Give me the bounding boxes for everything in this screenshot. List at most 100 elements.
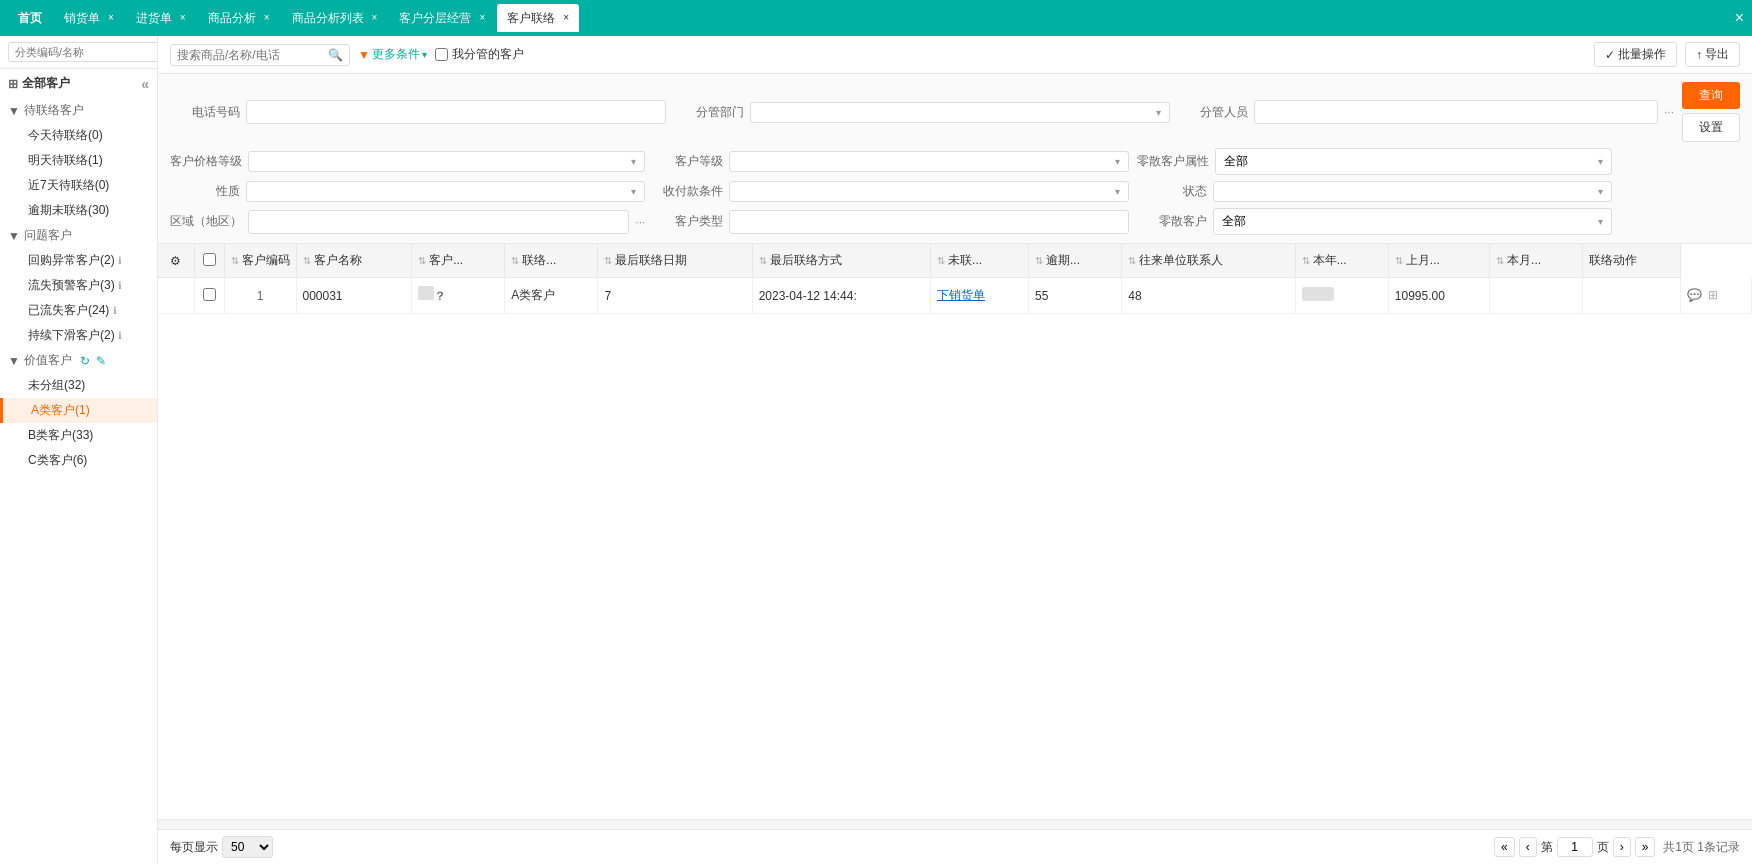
query-button[interactable]: 查询 <box>1682 82 1740 109</box>
col-code[interactable]: 客户编码 <box>224 244 296 278</box>
filter-price-level-select[interactable]: ▾ <box>248 151 645 172</box>
filter-retail-label: 零散客户 <box>1137 213 1207 230</box>
filter-price-level-field: 客户价格等级 ▾ <box>170 151 645 172</box>
batch-label: 批量操作 <box>1618 46 1666 63</box>
row-select-checkbox[interactable] <box>203 288 216 301</box>
current-page-input[interactable] <box>1557 837 1593 857</box>
sidebar-item-repurchase-abnormal[interactable]: 回购异常客户(2) ℹ <box>0 248 157 273</box>
select-all-checkbox[interactable] <box>203 253 216 266</box>
filter-more-button[interactable]: ▼ 更多条件 ▾ <box>358 46 427 63</box>
col-name[interactable]: 客户名称 <box>296 244 412 278</box>
nav-customer-contact[interactable]: 客户联络 × <box>497 4 579 32</box>
next-page-button[interactable]: › <box>1613 837 1631 857</box>
sidebar-item-declining[interactable]: 持续下滑客户(2) ℹ <box>0 323 157 348</box>
filter-retail-select[interactable]: 全部 ▾ <box>1213 208 1612 235</box>
nav-customer-tier[interactable]: 客户分层经营 × <box>389 4 495 32</box>
nav-customer-tier-close[interactable]: × <box>479 4 485 32</box>
horizontal-scrollbar[interactable] <box>158 819 1752 829</box>
sidebar-item-class-b[interactable]: B类客户(33) <box>0 423 157 448</box>
row-code: 000031 <box>296 278 412 314</box>
sidebar-item-overdue[interactable]: 逾期未联络(30) <box>0 198 157 223</box>
nav-purchase[interactable]: 进货单 × <box>126 4 196 32</box>
col-overdue[interactable]: 逾期... <box>1029 244 1122 278</box>
value-refresh-icon[interactable]: ↻ <box>80 354 90 368</box>
filter-person-dots[interactable]: ··· <box>1664 105 1674 119</box>
nav-goods-analysis[interactable]: 商品分析 × <box>198 4 280 32</box>
chevron-down-icon-8: ▾ <box>1598 216 1603 227</box>
nav-home[interactable]: 首页 <box>8 4 52 32</box>
col-type[interactable]: 客户... <box>412 244 505 278</box>
filter-person-input[interactable] <box>1254 100 1658 124</box>
sidebar-item-tomorrow[interactable]: 明天待联络(1) <box>0 148 157 173</box>
action-qr-icon[interactable]: ⊞ <box>1708 288 1718 302</box>
last-method-link[interactable]: 下销货单 <box>937 288 985 302</box>
sidebar-all-customers[interactable]: ⊞ 全部客户 « <box>0 69 157 98</box>
filter-status-select[interactable]: ▾ <box>1213 181 1612 202</box>
settings-button[interactable]: 设置 <box>1682 113 1740 142</box>
sidebar-group-pending[interactable]: ▼ 待联络客户 <box>0 98 157 123</box>
sidebar-group-problem[interactable]: ▼ 问题客户 <box>0 223 157 248</box>
value-edit-icon[interactable]: ✎ <box>96 354 106 368</box>
sidebar-item-ungroup[interactable]: 未分组(32) <box>0 373 157 398</box>
prev-page-button[interactable]: ‹ <box>1519 837 1537 857</box>
col-not-contacted[interactable]: 未联... <box>931 244 1029 278</box>
sidebar-item-class-c[interactable]: C类客户(6) <box>0 448 157 473</box>
sidebar-item-today[interactable]: 今天待联络(0) <box>0 123 157 148</box>
col-contact-count[interactable]: 联络... <box>505 244 598 278</box>
sidebar-item-churn-warning[interactable]: 流失预警客户(3) ℹ <box>0 273 157 298</box>
nav-purchase-close[interactable]: × <box>180 4 186 32</box>
filter-mine-input[interactable] <box>435 48 448 61</box>
col-last-date[interactable]: 最后联络日期 <box>598 244 752 278</box>
filter-search-box[interactable]: 🔍 <box>170 44 350 66</box>
table-gear-header[interactable]: ⚙ <box>158 244 194 278</box>
sidebar-item-class-a[interactable]: A类客户(1) <box>0 398 157 423</box>
row-name: ？ <box>412 278 505 314</box>
sidebar-collapse-icon[interactable]: « <box>141 76 149 92</box>
filter-more-arrow: ▾ <box>422 49 427 60</box>
col-this-year[interactable]: 本年... <box>1295 244 1388 278</box>
pending-arrow-icon: ▼ <box>8 104 20 118</box>
filter-phone-input[interactable] <box>246 100 666 124</box>
filter-area-input[interactable] <box>248 210 629 234</box>
col-last-month[interactable]: 上月... <box>1388 244 1489 278</box>
filter-payment-field: 收付款条件 ▾ <box>653 181 1128 202</box>
nav-sales-close[interactable]: × <box>108 4 114 32</box>
last-page-button[interactable]: » <box>1635 837 1656 857</box>
sidebar-item-7days[interactable]: 近7天待联络(0) <box>0 173 157 198</box>
sidebar-group-value[interactable]: ▼ 价值客户 ↻ ✎ <box>0 348 157 373</box>
nav-goods-list-close[interactable]: × <box>372 4 378 32</box>
first-page-button[interactable]: « <box>1494 837 1515 857</box>
filter-mine-checkbox[interactable]: 我分管的客户 <box>435 46 524 63</box>
filter-customer-level-field: 客户等级 ▾ <box>653 151 1128 172</box>
filter-search-icon[interactable]: 🔍 <box>328 48 343 62</box>
filter-cust-type-input[interactable] <box>729 210 1128 234</box>
filter-payment-label: 收付款条件 <box>653 183 723 200</box>
page-size-select[interactable]: 50 100 200 <box>222 836 273 858</box>
export-button[interactable]: ↑ 导出 <box>1685 42 1740 67</box>
filter-dept-select[interactable]: ▾ <box>750 102 1170 123</box>
filter-payment-select[interactable]: ▾ <box>729 181 1128 202</box>
nav-goods-analysis-close[interactable]: × <box>264 4 270 32</box>
filter-retail-attr-select[interactable]: 全部 ▾ <box>1215 148 1612 175</box>
nav-customer-contact-close[interactable]: × <box>563 4 569 32</box>
col-this-month[interactable]: 本月... <box>1490 244 1583 278</box>
col-last-method[interactable]: 最后联络方式 <box>752 244 930 278</box>
sidebar-item-churned[interactable]: 已流失客户(24) ℹ <box>0 298 157 323</box>
batch-operation-button[interactable]: ✓ 批量操作 <box>1594 42 1677 67</box>
table-check-header[interactable] <box>194 244 224 278</box>
nav-goods-list[interactable]: 商品分析列表 × <box>282 4 388 32</box>
row-checkbox[interactable] <box>194 278 224 314</box>
row-last-method[interactable]: 下销货单 <box>931 278 1029 314</box>
sidebar-search-input[interactable] <box>8 42 158 62</box>
action-chat-icon[interactable]: 💬 <box>1687 288 1702 302</box>
col-contact-person[interactable]: 往来单位联系人 <box>1122 244 1295 278</box>
total-pages-label: 页 <box>1597 839 1609 856</box>
nav-sales[interactable]: 销货单 × <box>54 4 124 32</box>
filter-dept-label: 分管部门 <box>674 104 744 121</box>
filter-customer-level-select[interactable]: ▾ <box>729 151 1128 172</box>
filter-area-dots[interactable]: ··· <box>635 215 645 229</box>
filter-search-input[interactable] <box>177 48 328 62</box>
window-close-button[interactable]: × <box>1735 9 1744 27</box>
filter-more-label: 更多条件 <box>372 46 420 63</box>
filter-nature-select[interactable]: ▾ <box>246 181 645 202</box>
